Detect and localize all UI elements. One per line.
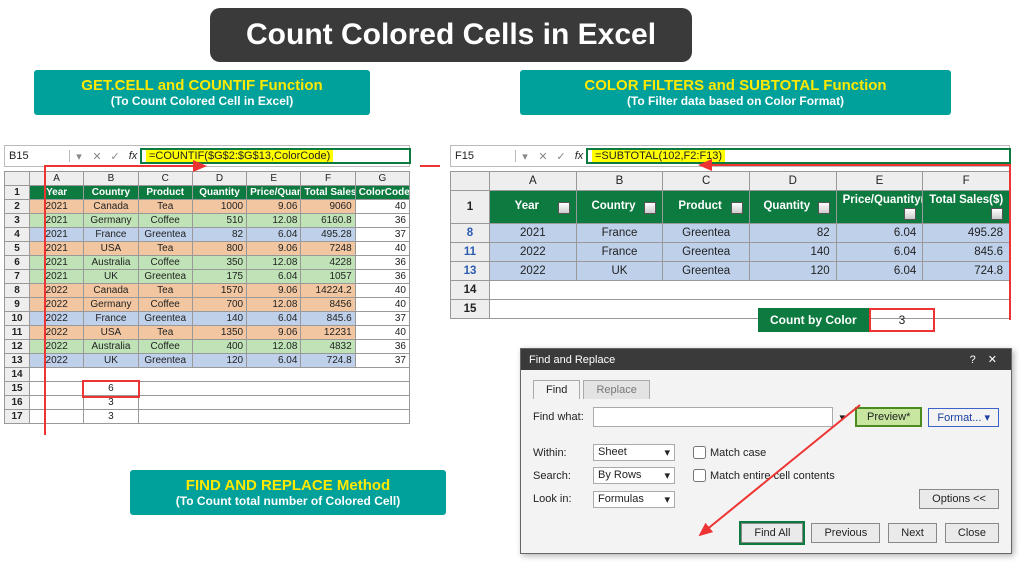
within-label: Within: [533, 447, 593, 459]
tab-replace[interactable]: Replace [583, 380, 649, 399]
lookin-label: Look in: [533, 493, 593, 505]
cancel-icon[interactable]: ✕ [88, 150, 106, 163]
page-title: Count Colored Cells in Excel [210, 8, 692, 62]
spreadsheet-left: B15 ▾ ✕ ✓ fx =COUNTIF($G$2:$G$13,ColorCo… [4, 145, 410, 424]
findwhat-input[interactable] [593, 407, 833, 427]
formula-bar: F15 ▾ ✕ ✓ fx =SUBTOTAL(102,F2:F13) [450, 145, 1010, 167]
count-value: 3 [869, 308, 936, 332]
banner-title: GET.CELL and COUNTIF Function [52, 77, 352, 94]
close-icon[interactable]: ✕ [982, 353, 1003, 366]
cancel-icon[interactable]: ✕ [534, 150, 552, 163]
matchcase-label: Match case [710, 447, 766, 459]
previous-button[interactable]: Previous [811, 523, 880, 543]
matchcase-checkbox[interactable] [693, 446, 706, 459]
options-button[interactable]: Options << [919, 489, 999, 509]
accept-icon[interactable]: ✓ [552, 150, 570, 163]
lookin-select[interactable]: Formulas▾ [593, 491, 675, 508]
dropdown-icon[interactable]: ▾ [516, 150, 534, 163]
banner-subtitle: (To Count Colored Cell in Excel) [52, 94, 352, 108]
count-by-color: Count by Color 3 [758, 308, 935, 332]
grid-left[interactable]: ABCDEFG 1YearCountryProductQuantityPrice… [4, 171, 410, 424]
dropdown-icon[interactable]: ▾ [70, 150, 88, 163]
formula-input[interactable]: =COUNTIF($G$2:$G$13,ColorCode) [142, 150, 409, 162]
matchcontents-label: Match entire cell contents [710, 470, 835, 482]
help-icon[interactable]: ? [964, 354, 982, 366]
find-replace-dialog: Find and Replace ? ✕ Find Replace Find w… [520, 348, 1012, 554]
next-button[interactable]: Next [888, 523, 937, 543]
fx-icon[interactable]: fx [124, 150, 142, 162]
banner-subtotal: COLOR FILTERS and SUBTOTAL Function (To … [520, 70, 951, 115]
dialog-title: Find and Replace [529, 354, 615, 366]
name-box[interactable]: F15 [451, 150, 516, 162]
count-label: Count by Color [758, 308, 869, 332]
grid-right[interactable]: ABCDEF 1YearCountryProductQuantityPrice/… [450, 171, 1010, 319]
matchcontents-checkbox[interactable] [693, 469, 706, 482]
banner-title: COLOR FILTERS and SUBTOTAL Function [538, 77, 933, 94]
findall-button[interactable]: Find All [741, 523, 803, 543]
within-select[interactable]: Sheet▾ [593, 444, 675, 461]
findwhat-dropdown-icon[interactable]: ▾ [839, 411, 845, 424]
dialog-titlebar: Find and Replace ? ✕ [521, 349, 1011, 370]
banner-subtitle: (To Count total number of Colored Cell) [148, 494, 428, 508]
preview-button[interactable]: Preview* [855, 407, 922, 427]
search-select[interactable]: By Rows▾ [593, 467, 675, 484]
banner-subtitle: (To Filter data based on Color Format) [538, 94, 933, 108]
search-label: Search: [533, 470, 593, 482]
spreadsheet-right: F15 ▾ ✕ ✓ fx =SUBTOTAL(102,F2:F13) ABCDE… [450, 145, 1010, 319]
findwhat-label: Find what: [533, 411, 593, 423]
banner-title: FIND AND REPLACE Method [148, 477, 428, 494]
fx-icon[interactable]: fx [570, 150, 588, 162]
formula-bar: B15 ▾ ✕ ✓ fx =COUNTIF($G$2:$G$13,ColorCo… [4, 145, 410, 167]
dialog-tabs: Find Replace [533, 380, 999, 399]
banner-findreplace: FIND AND REPLACE Method (To Count total … [130, 470, 446, 515]
formula-input[interactable]: =SUBTOTAL(102,F2:F13) [588, 150, 1009, 162]
name-box[interactable]: B15 [5, 150, 70, 162]
banner-getcell: GET.CELL and COUNTIF Function (To Count … [34, 70, 370, 115]
accept-icon[interactable]: ✓ [106, 150, 124, 163]
tab-find[interactable]: Find [533, 380, 580, 399]
close-button[interactable]: Close [945, 523, 999, 543]
format-button[interactable]: Format... ▾ [928, 408, 999, 427]
